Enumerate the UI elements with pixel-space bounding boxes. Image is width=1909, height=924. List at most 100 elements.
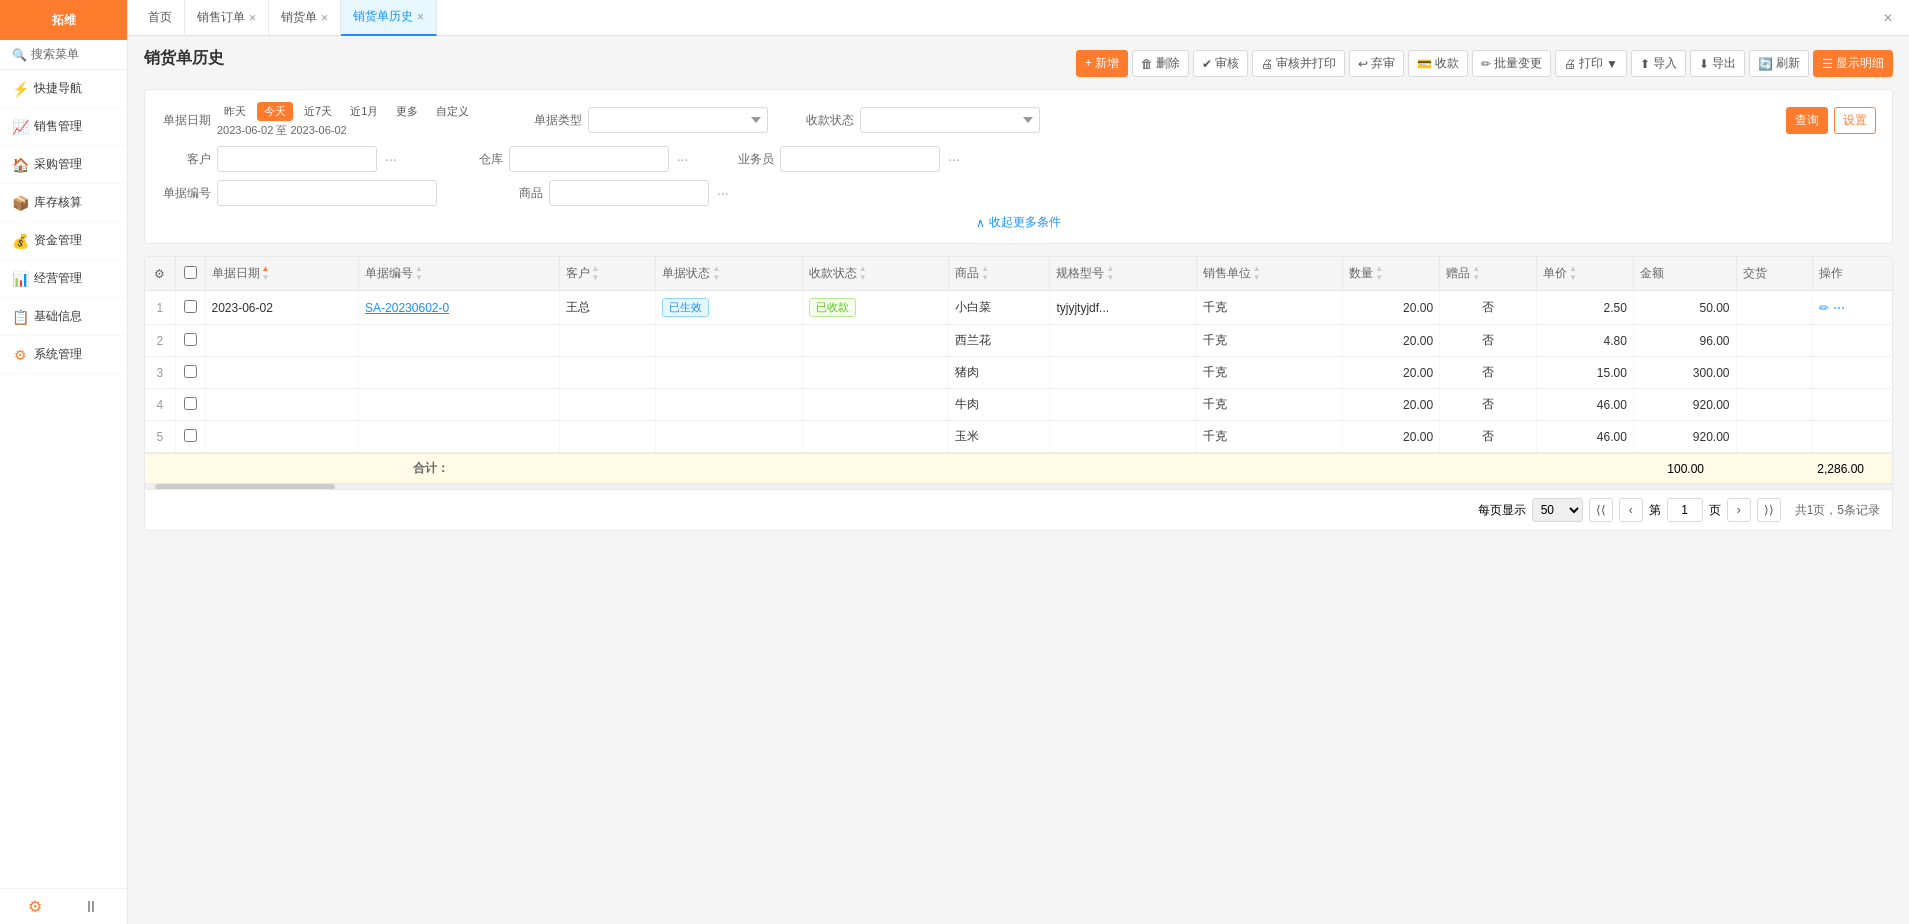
tab-sales-goods[interactable]: 销货单 × [269,0,341,36]
sidebar-item-purchase-mgmt[interactable]: 🏠 采购管理 [0,146,127,184]
per-page-select[interactable]: 50 100 [1532,498,1583,522]
receivestatus-sort[interactable]: ▲▼ [859,265,867,282]
tab-close-sales-order[interactable]: × [249,11,256,25]
total-info: 共1页，5条记录 [1795,502,1880,519]
batch-change-button[interactable]: ✏ 批量变更 [1472,50,1551,77]
salesman-input[interactable] [780,146,940,172]
prev-page-btn[interactable]: ‹ [1619,498,1643,522]
print-button[interactable]: 🖨 打印 ▼ [1555,50,1627,77]
tab-label-sales-goods: 销货单 [281,9,317,26]
cell-gift: 否 [1440,291,1537,325]
date-btn-custom[interactable]: 自定义 [429,102,476,121]
customer-label: 客户 [161,151,211,168]
sidebar-item-quick-nav[interactable]: ⚡ 快捷导航 [0,70,127,108]
tab-close-sales-goods[interactable]: × [321,11,328,25]
spec-sort[interactable]: ▲▼ [1106,265,1114,282]
col-qty: 数量 ▲▼ [1343,257,1440,291]
cell-date: 2023-06-02 [205,291,359,325]
select-all-checkbox[interactable] [184,266,197,279]
edit-icon[interactable]: ✏ [1819,301,1829,315]
close-all-icon[interactable]: ✕ [1875,11,1901,25]
gift-sort[interactable]: ▲▼ [1472,265,1480,282]
table-header-row: ⚙ 单据日期 ▲▼ [145,257,1892,291]
audit-print-button[interactable]: 🖨 审核并打印 [1252,50,1345,77]
goods-sort[interactable]: ▲▼ [981,265,989,282]
sidebar-search[interactable]: 🔍 搜索菜单 [0,40,127,70]
tab-home[interactable]: 首页 [136,0,185,36]
date-btn-yesterday[interactable]: 昨天 [217,102,253,121]
sidebar-item-sys-mgmt[interactable]: ⚙ 系统管理 [0,336,127,374]
table-body: 12023-06-02SA-20230602-0王总已生效已收款小白菜tyjyj… [145,291,1892,453]
settings-icon[interactable]: ⚙ [28,897,42,916]
doc-no-input[interactable] [217,180,437,206]
date-btn-more[interactable]: 更多 [389,102,425,121]
audit-button[interactable]: ✔ 审核 [1193,50,1248,77]
docstatus-sort[interactable]: ▲▼ [712,265,720,282]
customer-input[interactable] [217,146,377,172]
cell-spec [1050,325,1196,357]
doc-no-link[interactable]: SA-20230602-0 [365,301,449,315]
cell-operation [1812,357,1892,389]
sidebar-item-inventory[interactable]: 📦 库存核算 [0,184,127,222]
filter-row-1: 单据日期 昨天 今天 近7天 近1月 更多 自定义 2023-06-02 至 2… [161,102,1876,138]
customer-sort[interactable]: ▲▼ [592,265,600,282]
cell-doc-status [656,421,802,453]
refresh-button[interactable]: 🔄 刷新 [1749,50,1809,77]
collapse-button[interactable]: ∧ 收起更多条件 [161,214,1876,231]
receive-button[interactable]: 💳 收款 [1408,50,1468,77]
per-page-label: 每页显示 [1478,502,1526,519]
import-button[interactable]: ⬆ 导入 [1631,50,1686,77]
receive-status-select[interactable] [860,107,1040,133]
qty-sort[interactable]: ▲▼ [1375,265,1383,282]
import-icon: ⬆ [1640,57,1650,71]
query-button[interactable]: 查询 [1786,107,1828,134]
export-button[interactable]: ⬇ 导出 [1690,50,1745,77]
cell-checkbox [175,421,205,453]
page-input[interactable] [1667,498,1703,522]
tab-sales-order[interactable]: 销售订单× [185,0,269,36]
col-settings[interactable]: ⚙ [145,257,175,291]
price-sort[interactable]: ▲▼ [1569,265,1577,282]
next-page-btn[interactable]: › [1727,498,1751,522]
warehouse-more-icon[interactable]: ··· [677,151,689,167]
sidebar-label-operations: 经营管理 [34,270,82,287]
cell-operation: ✏⋯ [1812,291,1892,325]
new-button[interactable]: + 新增 [1076,50,1128,77]
total-qty: 100.00 [1664,462,1784,476]
filter-settings-button[interactable]: 设置 [1834,107,1876,134]
col-transaction: 交货 [1736,257,1812,291]
tab-bar-right: ✕ [1875,11,1901,25]
display-detail-button[interactable]: ☰ 显示明细 [1813,50,1893,77]
doc-type-select[interactable] [588,107,768,133]
doc-no-label: 单据编号 [161,185,211,202]
date-btn-1month[interactable]: 近1月 [343,102,385,121]
tab-sales-history[interactable]: 销货单历史× [341,0,437,36]
cell-operation [1812,389,1892,421]
sidebar-item-sales-mgmt[interactable]: 📈 销售管理 [0,108,127,146]
date-btn-7days[interactable]: 近7天 [297,102,339,121]
date-sort[interactable]: ▲▼ [262,265,270,282]
sidebar-item-finance[interactable]: 💰 资金管理 [0,222,127,260]
more-icon[interactable]: ⋯ [1833,301,1845,315]
cell-transaction [1736,325,1812,357]
abandon-button[interactable]: ↩ 弃审 [1349,50,1404,77]
gear-icon[interactable]: ⚙ [154,267,165,281]
tab-close-sales-history[interactable]: × [417,10,424,24]
docno-sort[interactable]: ▲▼ [415,265,423,282]
warehouse-label: 仓库 [453,151,503,168]
delete-button[interactable]: 🗑 删除 [1132,50,1189,77]
unit-sort[interactable]: ▲▼ [1253,265,1261,282]
goods-input[interactable] [549,180,709,206]
pause-icon[interactable]: ⏸ [83,898,99,916]
cell-operation [1812,421,1892,453]
sidebar-item-operations[interactable]: 📊 经营管理 [0,260,127,298]
page-title: 销货单历史 [144,48,224,69]
customer-more-icon[interactable]: ··· [385,151,397,167]
goods-more-icon[interactable]: ··· [717,185,729,201]
sidebar-item-base-info[interactable]: 📋 基础信息 [0,298,127,336]
first-page-btn[interactable]: ⟨⟨ [1589,498,1613,522]
date-btn-today[interactable]: 今天 [257,102,293,121]
last-page-btn[interactable]: ⟩⟩ [1757,498,1781,522]
salesman-more-icon[interactable]: ··· [948,151,960,167]
warehouse-input[interactable] [509,146,669,172]
